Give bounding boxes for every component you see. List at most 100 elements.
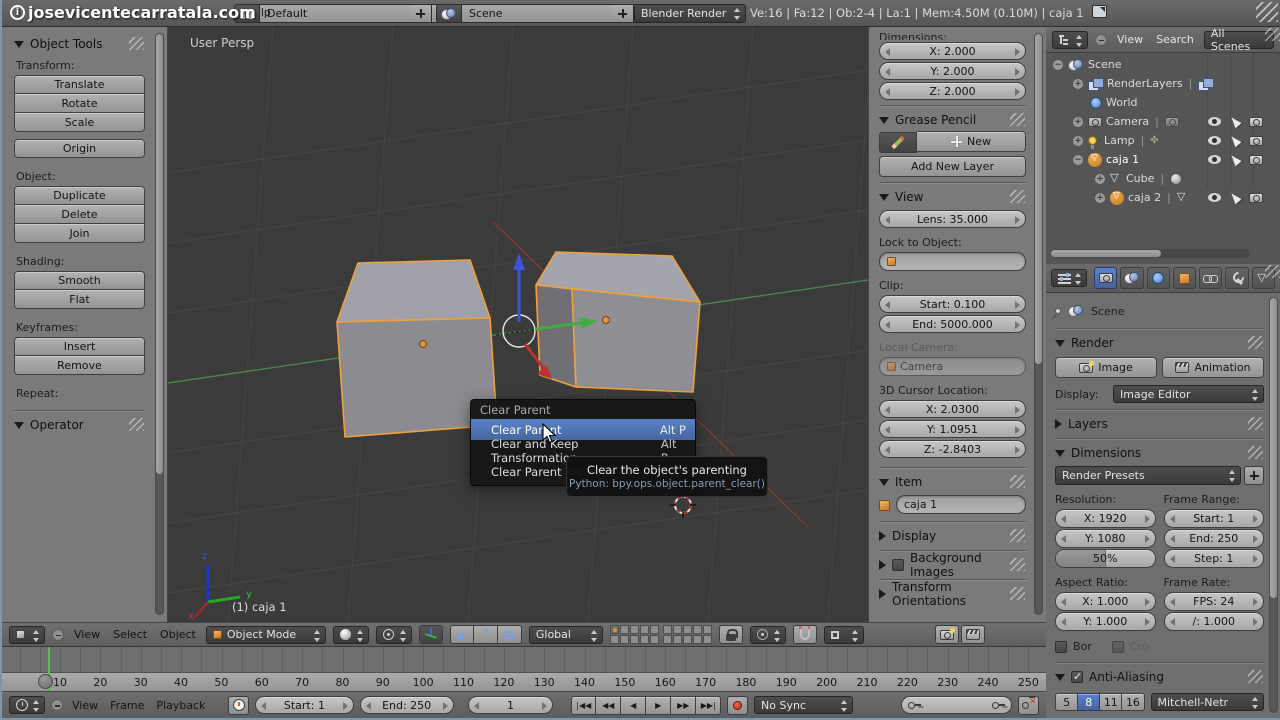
frame-end-field[interactable]: End: 250: [1163, 529, 1264, 548]
layer-cell[interactable]: [609, 635, 619, 644]
expand-icon[interactable]: +: [1072, 134, 1084, 147]
object-tools-panel-header[interactable]: Object Tools: [14, 35, 145, 53]
camera-data-icon[interactable]: [1164, 116, 1179, 127]
tab-scene[interactable]: [1120, 267, 1144, 289]
playhead-knob[interactable]: [38, 674, 53, 689]
selectability-toggle-icon[interactable]: [1228, 133, 1242, 148]
dimensions-panel-header[interactable]: Dimensions: [1055, 444, 1264, 462]
transform-orientation-dropdown[interactable]: Global: [528, 625, 603, 644]
cursor-z-field[interactable]: Z: -2.8403: [879, 440, 1026, 458]
panel-drag-corner[interactable]: [1248, 336, 1263, 349]
scene-name[interactable]: Scene: [462, 4, 612, 23]
layer-cell[interactable]: [672, 625, 682, 634]
tab-world[interactable]: [1146, 267, 1170, 289]
mode-dropdown[interactable]: Object Mode: [205, 625, 326, 644]
outliner-row-cube[interactable]: + Cube |: [1046, 169, 1280, 188]
fps-base-field[interactable]: /: 1.000: [1163, 612, 1264, 631]
collapse-menus-icon[interactable]: [52, 628, 64, 641]
expand-icon[interactable]: +: [1072, 115, 1084, 128]
layer-block-2[interactable]: [662, 625, 712, 644]
manipulator-scale-button[interactable]: [497, 625, 522, 644]
add-preset-button[interactable]: [1244, 466, 1264, 485]
renderability-toggle-icon[interactable]: [1249, 192, 1263, 203]
display-panel-header[interactable]: Display: [879, 527, 1026, 545]
editor-type-dropdown[interactable]: [9, 625, 45, 644]
aa-samples-11-button[interactable]: 11: [1100, 693, 1123, 711]
selectability-toggle-icon[interactable]: [1228, 114, 1242, 129]
editor-type-dropdown[interactable]: [1051, 269, 1087, 287]
render-animation-button[interactable]: Animation: [1162, 357, 1264, 378]
layer-cell[interactable]: [662, 635, 672, 644]
panel-drag-corner[interactable]: [1010, 190, 1025, 203]
timeline-ruler[interactable]: 10 20 30 40 50 60 70 80 90 100 110 120 130 140 150 160 1…: [2, 672, 1046, 691]
frame-step-field[interactable]: Step: 1: [1163, 549, 1264, 568]
resolution-percentage-slider[interactable]: 50%: [1055, 549, 1156, 568]
region-corner[interactable]: [1265, 265, 1280, 278]
jump-to-start-button[interactable]: |◀◀: [571, 695, 597, 715]
layer-cell[interactable]: [629, 625, 639, 634]
dimension-y-field[interactable]: Y: 2.000: [879, 62, 1026, 80]
visibility-toggle-icon[interactable]: [1208, 155, 1221, 164]
renderability-toggle-icon[interactable]: [1249, 116, 1263, 127]
anti-aliasing-checkbox[interactable]: [1071, 670, 1083, 683]
frame-end-field[interactable]: End: 250: [359, 696, 454, 714]
sync-mode-dropdown[interactable]: No Sync: [754, 696, 854, 714]
aa-samples-16-button[interactable]: 16: [1122, 693, 1145, 711]
expand-icon[interactable]: +: [1094, 191, 1106, 204]
select-menu[interactable]: Select: [110, 628, 150, 641]
layer-cell[interactable]: [692, 635, 702, 644]
render-still-button[interactable]: [934, 625, 959, 644]
outliner-view-menu[interactable]: View: [1114, 33, 1146, 46]
collapse-menus-icon[interactable]: [51, 699, 63, 711]
item-name-field[interactable]: caja 1: [896, 495, 1026, 514]
add-scene-button[interactable]: [612, 4, 634, 23]
scrollbar-thumb[interactable]: [1035, 34, 1042, 364]
scrollbar-thumb[interactable]: [156, 34, 163, 474]
flat-button[interactable]: Flat: [14, 290, 145, 309]
jump-next-keyframe-button[interactable]: ▶▶: [671, 695, 697, 715]
pivot-point-dropdown[interactable]: [375, 625, 412, 644]
scrollbar-thumb[interactable]: [1051, 250, 1161, 257]
lock-to-object-field[interactable]: [879, 252, 1026, 271]
fps-field[interactable]: FPS: 24: [1163, 592, 1264, 611]
layer-cell[interactable]: [619, 625, 629, 634]
lens-field[interactable]: Lens: 35.000: [879, 210, 1026, 228]
material-icon[interactable]: [1170, 172, 1183, 185]
layer-cell[interactable]: [619, 635, 629, 644]
layer-cell[interactable]: [639, 635, 649, 644]
layer-cell[interactable]: [649, 635, 659, 644]
aa-samples-5-button[interactable]: 5: [1055, 693, 1079, 711]
outliner-row-caja1[interactable]: − caja 1: [1046, 150, 1280, 169]
layer-cell[interactable]: [692, 625, 702, 634]
duplicate-button[interactable]: Duplicate: [14, 186, 145, 205]
panel-drag-corner[interactable]: [1010, 587, 1025, 600]
background-images-panel-header[interactable]: Background Images: [879, 551, 1026, 579]
join-button[interactable]: Join: [14, 224, 145, 243]
resolution-y-field[interactable]: Y: 1080: [1055, 529, 1156, 548]
panel-drag-corner[interactable]: [1248, 670, 1263, 683]
add-new-layer-button[interactable]: Add New Layer: [879, 156, 1026, 177]
view-panel-header[interactable]: View: [879, 188, 1026, 206]
layer-cell[interactable]: [672, 635, 682, 644]
clip-end-field[interactable]: End: 5000.000: [879, 315, 1026, 333]
jump-prev-keyframe-button[interactable]: ◀◀: [596, 695, 622, 715]
renderlayer-data-icon[interactable]: [1198, 77, 1215, 91]
panel-drag-corner[interactable]: [1010, 475, 1025, 488]
panel-drag-corner[interactable]: [1248, 417, 1263, 430]
mesh-data-icon[interactable]: [1177, 190, 1189, 204]
keying-set-field[interactable]: [901, 696, 1013, 714]
outliner-row-camera[interactable]: + Camera |: [1046, 112, 1280, 131]
visibility-toggle-icon[interactable]: [1208, 136, 1221, 145]
window-resize-corner[interactable]: [1256, 2, 1278, 22]
lamp-data-icon[interactable]: ✜: [1150, 135, 1158, 146]
manipulator-toggle-button[interactable]: [418, 625, 443, 644]
aspect-x-field[interactable]: X: 1.000: [1055, 592, 1156, 611]
translate-button[interactable]: Translate: [14, 75, 145, 94]
jump-to-end-button[interactable]: ▶▶|: [696, 695, 722, 715]
selectability-toggle-icon[interactable]: [1228, 152, 1242, 167]
aa-samples-8-button[interactable]: 8: [1078, 693, 1101, 711]
aspect-y-field[interactable]: Y: 1.000: [1055, 612, 1156, 631]
outliner-row-caja2[interactable]: + caja 2 |: [1046, 188, 1280, 207]
tab-modifiers[interactable]: [1225, 267, 1249, 289]
layer-cell[interactable]: [702, 635, 712, 644]
